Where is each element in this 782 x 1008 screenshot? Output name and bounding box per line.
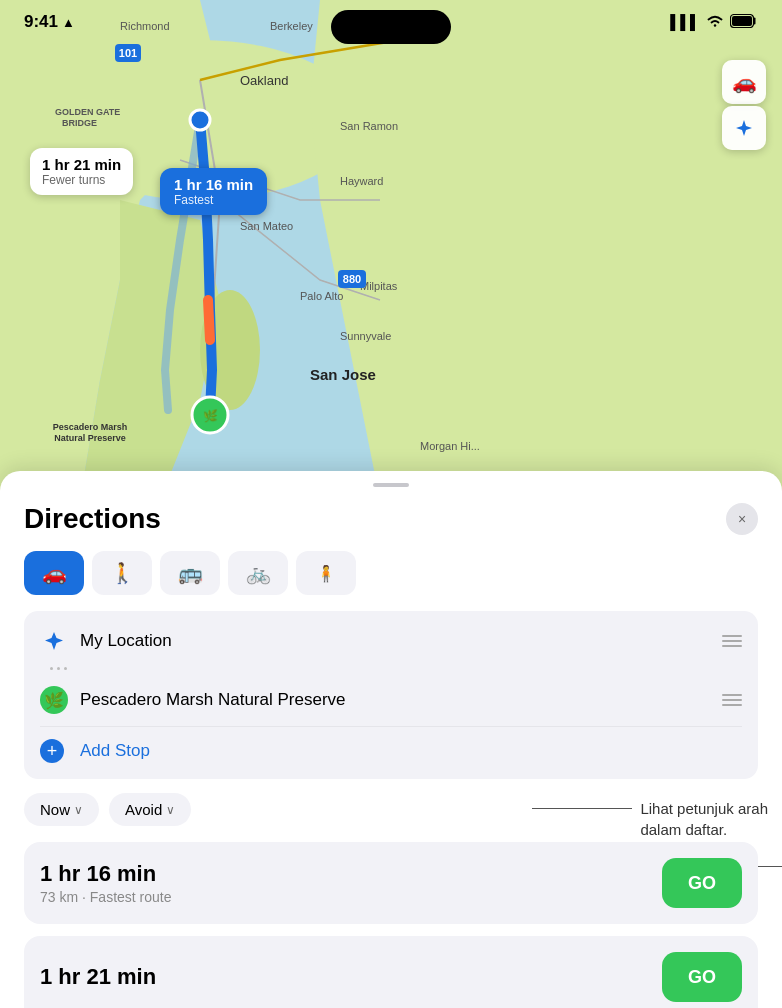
svg-text:880: 880	[343, 273, 361, 285]
svg-text:Palo Alto: Palo Alto	[300, 290, 343, 302]
svg-text:San Mateo: San Mateo	[240, 220, 293, 232]
from-icon	[40, 627, 68, 655]
alt-route-time: 1 hr 21 min	[42, 156, 121, 173]
avoid-option[interactable]: Avoid ∨	[109, 793, 191, 826]
time-option[interactable]: Now ∨	[24, 793, 99, 826]
annotation-text: Lihat petunjuk arahdalam daftar.	[640, 798, 768, 840]
svg-rect-27	[732, 16, 752, 26]
svg-text:Natural Preserve: Natural Preserve	[54, 433, 126, 443]
svg-text:San Jose: San Jose	[310, 366, 376, 383]
svg-text:Morgan Hi...: Morgan Hi...	[420, 440, 480, 452]
route-card-2-info: 1 hr 21 min	[40, 964, 156, 990]
route-card-1-time: 1 hr 16 min	[40, 861, 172, 887]
svg-text:Sunnyvale: Sunnyvale	[340, 330, 391, 342]
svg-text:Pescadero Marsh: Pescadero Marsh	[53, 422, 128, 432]
alt-route-callout[interactable]: 1 hr 21 min Fewer turns	[30, 148, 133, 195]
wifi-icon	[706, 14, 724, 31]
add-stop-text: Add Stop	[80, 741, 150, 761]
add-stop-field[interactable]: + Add Stop	[24, 727, 758, 775]
time-chevron-icon: ∨	[74, 803, 83, 817]
svg-text:San Ramon: San Ramon	[340, 120, 398, 132]
svg-text:GOLDEN GATE: GOLDEN GATE	[55, 107, 120, 117]
status-time: 9:41 ▲	[24, 12, 75, 32]
route-fields: My Location 🌿 Pescadero Marsh Natural Pr…	[24, 611, 758, 779]
from-field[interactable]: My Location	[24, 615, 758, 667]
time-display: 9:41	[24, 12, 58, 32]
annotation: Lihat petunjuk arahdalam daftar.	[532, 798, 768, 840]
route-card-2-time: 1 hr 21 min	[40, 964, 156, 990]
add-stop-icon: +	[40, 739, 64, 763]
location-button[interactable]	[722, 106, 766, 150]
map-area[interactable]: 🌿 Oakland San Ramon Hayward San Mateo Pa…	[0, 0, 782, 500]
avoid-label: Avoid	[125, 801, 162, 818]
signal-icon: ▌▌▌	[670, 14, 700, 30]
tab-bike[interactable]: 🚲	[228, 551, 288, 595]
route-card-1-detail: 73 km · Fastest route	[40, 889, 172, 905]
tab-transit[interactable]: 🚌	[160, 551, 220, 595]
main-route-label: Fastest	[174, 193, 253, 207]
close-button[interactable]: ×	[726, 503, 758, 535]
panel-title: Directions	[24, 503, 161, 535]
to-handle[interactable]	[722, 694, 742, 706]
alt-route-label: Fewer turns	[42, 173, 121, 187]
go-button-2[interactable]: GO	[662, 952, 742, 1002]
main-route-time: 1 hr 16 min	[174, 176, 253, 193]
location-arrow-icon: ▲	[62, 15, 75, 30]
phone-frame: 🌿 Oakland San Ramon Hayward San Mateo Pa…	[0, 0, 782, 1008]
to-field[interactable]: 🌿 Pescadero Marsh Natural Preserve	[24, 674, 758, 726]
panel-header: Directions ×	[24, 503, 758, 535]
tab-accessibility[interactable]: 🧍	[296, 551, 356, 595]
tab-drive[interactable]: 🚗	[24, 551, 84, 595]
route-card-1-info: 1 hr 16 min 73 km · Fastest route	[40, 861, 172, 905]
from-handle[interactable]	[722, 635, 742, 647]
svg-text:101: 101	[119, 47, 137, 59]
svg-text:Oakland: Oakland	[240, 73, 288, 88]
route-card-1[interactable]: 1 hr 16 min 73 km · Fastest route GO	[24, 842, 758, 924]
map-controls: 🚗	[722, 60, 766, 150]
svg-text:BRIDGE: BRIDGE	[62, 118, 97, 128]
route-card-2[interactable]: 1 hr 21 min GO	[24, 936, 758, 1008]
drag-handle[interactable]	[373, 483, 409, 487]
svg-text:🌿: 🌿	[203, 408, 218, 423]
dynamic-island	[331, 10, 451, 44]
svg-point-3	[190, 110, 210, 130]
drive-mode-button[interactable]: 🚗	[722, 60, 766, 104]
from-text: My Location	[80, 631, 722, 651]
main-route-callout[interactable]: 1 hr 16 min Fastest	[160, 168, 267, 215]
battery-icon	[730, 14, 758, 30]
directions-panel: Directions × 🚗 🚶 🚌 🚲 🧍 My Location	[0, 471, 782, 1008]
transport-tabs: 🚗 🚶 🚌 🚲 🧍	[24, 551, 758, 595]
avoid-chevron-icon: ∨	[166, 803, 175, 817]
go-button-1[interactable]: GO	[662, 858, 742, 908]
time-label: Now	[40, 801, 70, 818]
svg-text:Hayward: Hayward	[340, 175, 383, 187]
status-icons: ▌▌▌	[670, 14, 758, 31]
to-icon: 🌿	[40, 686, 68, 714]
tab-walk[interactable]: 🚶	[92, 551, 152, 595]
to-text: Pescadero Marsh Natural Preserve	[80, 690, 722, 710]
